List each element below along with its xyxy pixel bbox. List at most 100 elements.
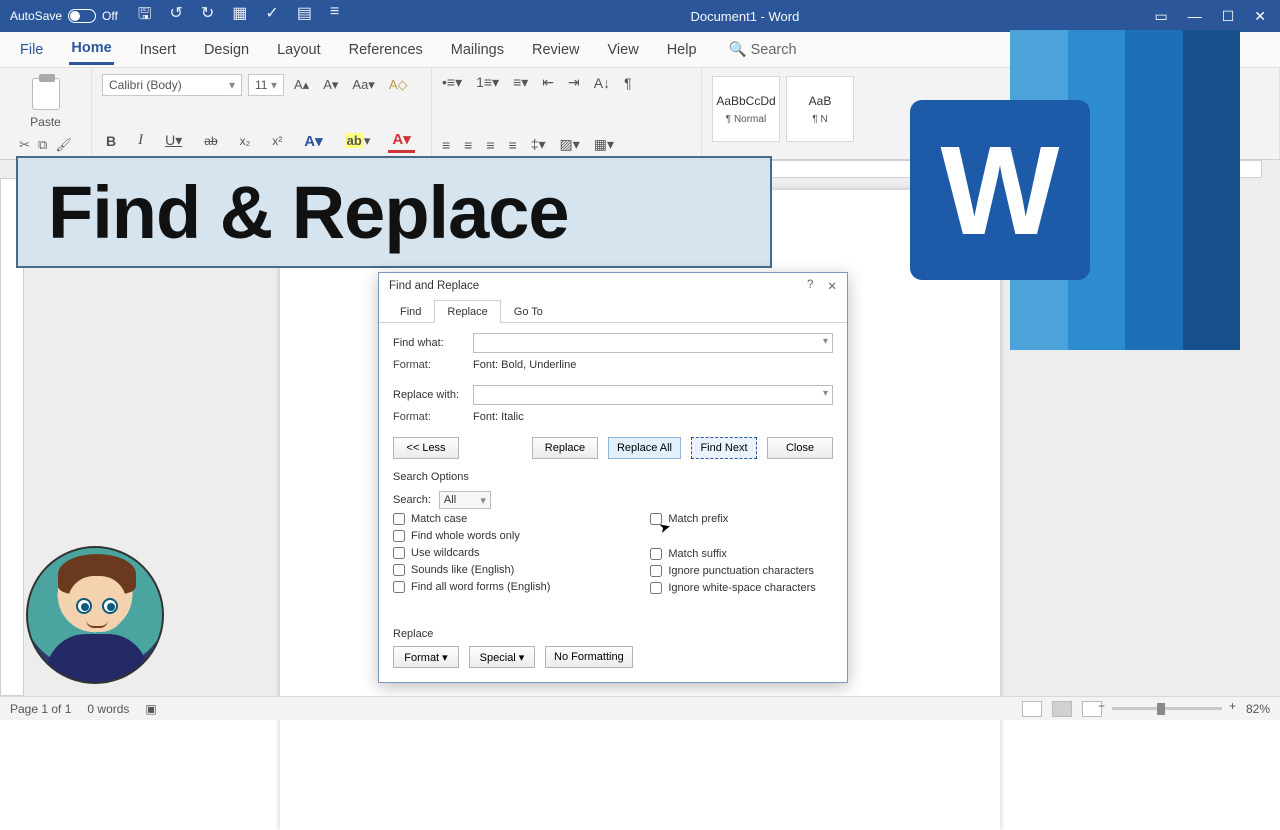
option-checkbox[interactable]: Use wildcards: [393, 547, 550, 559]
bold-button[interactable]: B: [102, 131, 120, 151]
borders-icon[interactable]: ▦▾: [594, 136, 614, 153]
align-right-icon[interactable]: ≡: [486, 137, 494, 153]
option-checkbox[interactable]: Ignore white-space characters: [650, 582, 815, 594]
checkbox-input[interactable]: [650, 565, 662, 577]
checkbox-input[interactable]: [393, 564, 405, 576]
replace-with-input[interactable]: [473, 385, 833, 405]
page-indicator[interactable]: Page 1 of 1: [10, 702, 71, 716]
search-direction-select[interactable]: All▾: [439, 491, 491, 509]
superscript-button[interactable]: x²: [268, 132, 286, 150]
format-painter-icon[interactable]: 🖌: [55, 137, 72, 153]
special-menu-button[interactable]: Special ▾: [469, 646, 535, 668]
dialog-tab-replace[interactable]: Replace: [434, 300, 500, 323]
tab-insert[interactable]: Insert: [138, 36, 178, 64]
no-formatting-button[interactable]: No Formatting: [545, 646, 633, 668]
option-checkbox[interactable]: Find all word forms (English): [393, 581, 550, 593]
option-checkbox[interactable]: Match suffix: [650, 548, 815, 560]
table-icon[interactable]: ▦: [232, 3, 247, 30]
zoom-level[interactable]: 82%: [1246, 702, 1270, 716]
multilevel-icon[interactable]: ≡▾: [513, 74, 528, 91]
copy-icon[interactable]: ⧉: [38, 137, 47, 153]
option-checkbox[interactable]: Match prefix: [650, 513, 815, 525]
style-normal[interactable]: AaBbCcDd ¶ Normal: [712, 76, 780, 142]
checkbox-input[interactable]: [393, 581, 405, 593]
checkbox-input[interactable]: [650, 548, 662, 560]
tab-file[interactable]: File: [18, 36, 45, 64]
dialog-titlebar[interactable]: Find and Replace ? ✕: [379, 273, 847, 299]
proofing-icon[interactable]: ▣: [145, 702, 156, 716]
paste-icon[interactable]: [32, 78, 60, 110]
tab-layout[interactable]: Layout: [275, 36, 323, 64]
text-effects-button[interactable]: A▾: [300, 130, 326, 152]
tab-help[interactable]: Help: [665, 36, 699, 64]
checkbox-input[interactable]: [393, 547, 405, 559]
option-checkbox[interactable]: Find whole words only: [393, 530, 550, 542]
dialog-tab-goto[interactable]: Go To: [501, 300, 556, 323]
checkbox-input[interactable]: [393, 530, 405, 542]
format-menu-button[interactable]: Format ▾: [393, 646, 459, 668]
option-checkbox[interactable]: Match case: [393, 513, 550, 525]
minimize-icon[interactable]: —: [1188, 8, 1202, 25]
autosave-toggle[interactable]: AutoSave Off: [0, 9, 128, 23]
shading-icon[interactable]: ▨▾: [560, 136, 580, 153]
checkbox-input[interactable]: [650, 513, 662, 525]
find-what-input[interactable]: [473, 333, 833, 353]
underline-button[interactable]: U▾: [161, 130, 186, 151]
tab-review[interactable]: Review: [530, 36, 582, 64]
zoom-slider[interactable]: [1112, 707, 1222, 710]
save-icon[interactable]: 🖫: [138, 3, 152, 30]
show-marks-icon[interactable]: ¶: [624, 75, 632, 91]
tab-design[interactable]: Design: [202, 36, 251, 64]
font-color-button[interactable]: A▾: [388, 128, 414, 153]
justify-icon[interactable]: ≡: [509, 137, 517, 153]
find-next-button[interactable]: Find Next: [691, 437, 757, 459]
tell-me-search[interactable]: 🔍 Search: [729, 41, 797, 58]
subscript-button[interactable]: x₂: [236, 132, 255, 150]
spellcheck-icon[interactable]: ✓: [265, 3, 278, 30]
numbering-icon[interactable]: 1≡▾: [476, 74, 499, 91]
undo-icon[interactable]: ↺: [169, 3, 182, 30]
layout-icon[interactable]: ▤: [297, 3, 312, 30]
dialog-close-icon[interactable]: ✕: [827, 279, 837, 293]
ribbon-options-icon[interactable]: ▭: [1154, 8, 1167, 25]
highlight-button[interactable]: ab▾: [341, 131, 375, 151]
tab-references[interactable]: References: [347, 36, 425, 64]
clear-format-icon[interactable]: A◇: [385, 75, 412, 95]
align-center-icon[interactable]: ≡: [464, 137, 472, 153]
grow-font-icon[interactable]: A▴: [290, 75, 313, 95]
bullets-icon[interactable]: •≡▾: [442, 74, 462, 91]
dialog-tab-find[interactable]: Find: [387, 300, 434, 323]
line-spacing-icon[interactable]: ‡▾: [531, 136, 546, 153]
italic-button[interactable]: I: [134, 130, 147, 151]
redo-icon[interactable]: ↻: [201, 3, 214, 30]
word-count[interactable]: 0 words: [87, 702, 129, 716]
maximize-icon[interactable]: ☐: [1222, 8, 1235, 25]
tab-mailings[interactable]: Mailings: [449, 36, 506, 64]
option-checkbox[interactable]: Sounds like (English): [393, 564, 550, 576]
strikethrough-button[interactable]: ab: [200, 132, 221, 150]
dialog-close-button[interactable]: Close: [767, 437, 833, 459]
print-layout-icon[interactable]: [1052, 701, 1072, 717]
styles-icon[interactable]: ≡: [330, 3, 339, 30]
shrink-font-icon[interactable]: A▾: [319, 75, 342, 95]
option-checkbox[interactable]: Ignore punctuation characters: [650, 565, 815, 577]
read-mode-icon[interactable]: [1022, 701, 1042, 717]
style-item-2[interactable]: AaB ¶ N: [786, 76, 854, 142]
replace-button[interactable]: Replace: [532, 437, 598, 459]
replace-all-button[interactable]: Replace All: [608, 437, 681, 459]
tab-view[interactable]: View: [606, 36, 641, 64]
close-icon[interactable]: ✕: [1254, 8, 1266, 25]
change-case-icon[interactable]: Aa▾: [348, 75, 378, 95]
tab-home[interactable]: Home: [69, 34, 113, 65]
sort-icon[interactable]: A↓: [594, 75, 610, 91]
checkbox-input[interactable]: [393, 513, 405, 525]
increase-indent-icon[interactable]: ⇥: [568, 74, 580, 91]
font-name-combo[interactable]: Calibri (Body)▾: [102, 74, 242, 96]
cut-icon[interactable]: ✂: [19, 137, 30, 153]
help-icon[interactable]: ?: [807, 279, 813, 293]
align-left-icon[interactable]: ≡: [442, 137, 450, 153]
font-size-combo[interactable]: 11▾: [248, 74, 284, 96]
decrease-indent-icon[interactable]: ⇤: [542, 74, 554, 91]
checkbox-input[interactable]: [650, 582, 662, 594]
less-button[interactable]: << Less: [393, 437, 459, 459]
